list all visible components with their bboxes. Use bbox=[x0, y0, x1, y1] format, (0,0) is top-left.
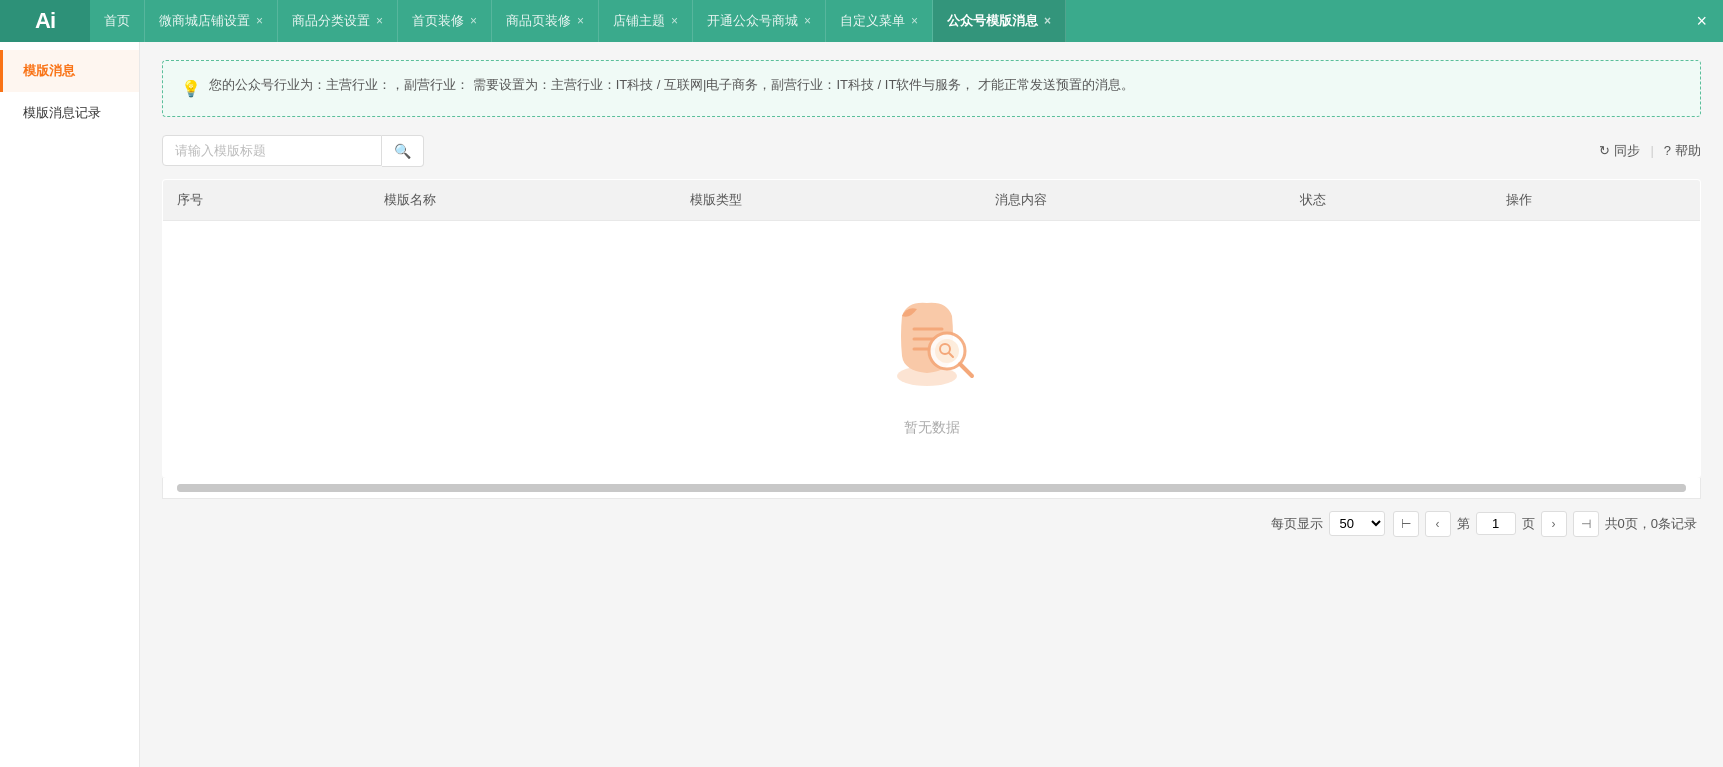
nav-tab-product-category[interactable]: 商品分类设置 × bbox=[278, 0, 398, 42]
search-button[interactable]: 🔍 bbox=[382, 135, 424, 167]
tab-close-home-decor[interactable]: × bbox=[470, 14, 477, 28]
tab-close-product-decor[interactable]: × bbox=[577, 14, 584, 28]
notice-prefix: 您的公众号行业为：主营行业：，副营行业： bbox=[209, 77, 469, 92]
prev-page-button[interactable]: ‹ bbox=[1425, 511, 1451, 537]
tab-close-open-mall[interactable]: × bbox=[804, 14, 811, 28]
total-info: 共0页，0条记录 bbox=[1605, 515, 1697, 533]
tab-label: 开通公众号商城 bbox=[707, 12, 798, 30]
nav-tab-shop-theme[interactable]: 店铺主题 × bbox=[599, 0, 693, 42]
next-page-button[interactable]: › bbox=[1541, 511, 1567, 537]
page-label-before: 第 bbox=[1457, 515, 1470, 533]
tab-label: 首页 bbox=[104, 12, 130, 30]
tab-close-product-category[interactable]: × bbox=[376, 14, 383, 28]
col-header-action: 操作 bbox=[1492, 179, 1700, 220]
sidebar-item-template-msg-record[interactable]: 模版消息记录 bbox=[0, 92, 139, 134]
tab-label: 首页装修 bbox=[412, 12, 464, 30]
close-all-button[interactable]: × bbox=[1680, 11, 1723, 32]
main-layout: 模版消息模版消息记录 💡 您的公众号行业为：主营行业：，副营行业： 需要设置为：… bbox=[0, 42, 1723, 767]
nav-tab-open-mall[interactable]: 开通公众号商城 × bbox=[693, 0, 826, 42]
col-header-index: 序号 bbox=[163, 179, 371, 220]
nav-tab-product-decor[interactable]: 商品页装修 × bbox=[492, 0, 599, 42]
tab-label: 自定义菜单 bbox=[840, 12, 905, 30]
sidebar: 模版消息模版消息记录 bbox=[0, 42, 140, 767]
sync-icon: ↻ bbox=[1599, 143, 1610, 158]
tab-close-weshop-settings[interactable]: × bbox=[256, 14, 263, 28]
first-page-button[interactable]: ⊢ bbox=[1393, 511, 1419, 537]
svg-point-5 bbox=[935, 339, 959, 363]
tab-label: 公众号模版消息 bbox=[947, 12, 1038, 30]
col-header-type: 模版类型 bbox=[676, 179, 981, 220]
nav-tab-home-decor[interactable]: 首页装修 × bbox=[398, 0, 492, 42]
col-header-name: 模版名称 bbox=[370, 179, 675, 220]
right-tools: ↻ 同步 | ? 帮助 bbox=[1599, 142, 1701, 160]
per-page-dropdown[interactable]: 102050100 bbox=[1329, 511, 1385, 536]
svg-line-6 bbox=[960, 364, 972, 376]
per-page-label: 每页显示 bbox=[1271, 515, 1323, 533]
help-label: 帮助 bbox=[1675, 142, 1701, 160]
help-icon: ? bbox=[1664, 143, 1671, 158]
tab-label: 微商城店铺设置 bbox=[159, 12, 250, 30]
tab-label: 店铺主题 bbox=[613, 12, 665, 30]
nav-tab-weshop-settings[interactable]: 微商城店铺设置 × bbox=[145, 0, 278, 42]
tab-close-template-msg[interactable]: × bbox=[1044, 14, 1051, 28]
page-label-after: 页 bbox=[1522, 515, 1535, 533]
tab-close-custom-menu[interactable]: × bbox=[911, 14, 918, 28]
divider: | bbox=[1650, 143, 1653, 158]
empty-text: 暂无数据 bbox=[904, 419, 960, 437]
page-nav: ⊢ ‹ 第 页 › ⊣ 共0页，0条记录 bbox=[1393, 511, 1697, 537]
notice-highlight: 需要设置为：主营行业：IT科技 / 互联网|电子商务，副营行业：IT科技 / I… bbox=[473, 77, 975, 92]
search-input[interactable] bbox=[162, 135, 382, 166]
top-nav: Ai 首页微商城店铺设置×商品分类设置×首页装修×商品页装修×店铺主题×开通公众… bbox=[0, 0, 1723, 42]
empty-state-cell: 暂无数据 bbox=[163, 220, 1701, 477]
nav-tabs: 首页微商城店铺设置×商品分类设置×首页装修×商品页装修×店铺主题×开通公众号商城… bbox=[90, 0, 1680, 42]
nav-tab-custom-menu[interactable]: 自定义菜单 × bbox=[826, 0, 933, 42]
data-table: 序号模版名称模版类型消息内容状态操作 bbox=[162, 179, 1701, 478]
tab-label: 商品分类设置 bbox=[292, 12, 370, 30]
search-icon: 🔍 bbox=[394, 143, 411, 159]
page-number-input[interactable] bbox=[1476, 512, 1516, 535]
empty-icon bbox=[872, 281, 992, 401]
horizontal-scrollbar[interactable] bbox=[177, 484, 1686, 492]
nav-tab-home[interactable]: 首页 bbox=[90, 0, 145, 42]
tab-close-shop-theme[interactable]: × bbox=[671, 14, 678, 28]
last-page-button[interactable]: ⊣ bbox=[1573, 511, 1599, 537]
col-header-content: 消息内容 bbox=[981, 179, 1286, 220]
search-bar: 🔍 ↻ 同步 | ? 帮助 bbox=[162, 135, 1701, 167]
logo: Ai bbox=[0, 0, 90, 42]
sidebar-item-template-msg[interactable]: 模版消息 bbox=[0, 50, 139, 92]
sync-button[interactable]: ↻ 同步 bbox=[1599, 142, 1640, 160]
nav-tab-template-msg[interactable]: 公众号模版消息 × bbox=[933, 0, 1066, 42]
content-area: 💡 您的公众号行业为：主营行业：，副营行业： 需要设置为：主营行业：IT科技 /… bbox=[140, 42, 1723, 767]
empty-state: 暂无数据 bbox=[163, 221, 1700, 477]
tab-label: 商品页装修 bbox=[506, 12, 571, 30]
pagination: 每页显示 102050100 ⊢ ‹ 第 页 › ⊣ 共0页，0条记录 bbox=[162, 499, 1701, 541]
scrollbar-row bbox=[162, 478, 1701, 499]
help-button[interactable]: ? 帮助 bbox=[1664, 142, 1701, 160]
bulb-icon: 💡 bbox=[181, 76, 201, 102]
per-page-select: 每页显示 102050100 bbox=[1271, 511, 1385, 536]
scrollbar-thumb bbox=[177, 484, 1686, 492]
notice-content: 您的公众号行业为：主营行业：，副营行业： 需要设置为：主营行业：IT科技 / 互… bbox=[209, 75, 1134, 96]
notice-banner: 💡 您的公众号行业为：主营行业：，副营行业： 需要设置为：主营行业：IT科技 /… bbox=[162, 60, 1701, 117]
col-header-status: 状态 bbox=[1286, 179, 1492, 220]
logo-text: Ai bbox=[35, 8, 55, 34]
notice-suffix: 才能正常发送预置的消息。 bbox=[978, 77, 1134, 92]
sync-label: 同步 bbox=[1614, 142, 1640, 160]
